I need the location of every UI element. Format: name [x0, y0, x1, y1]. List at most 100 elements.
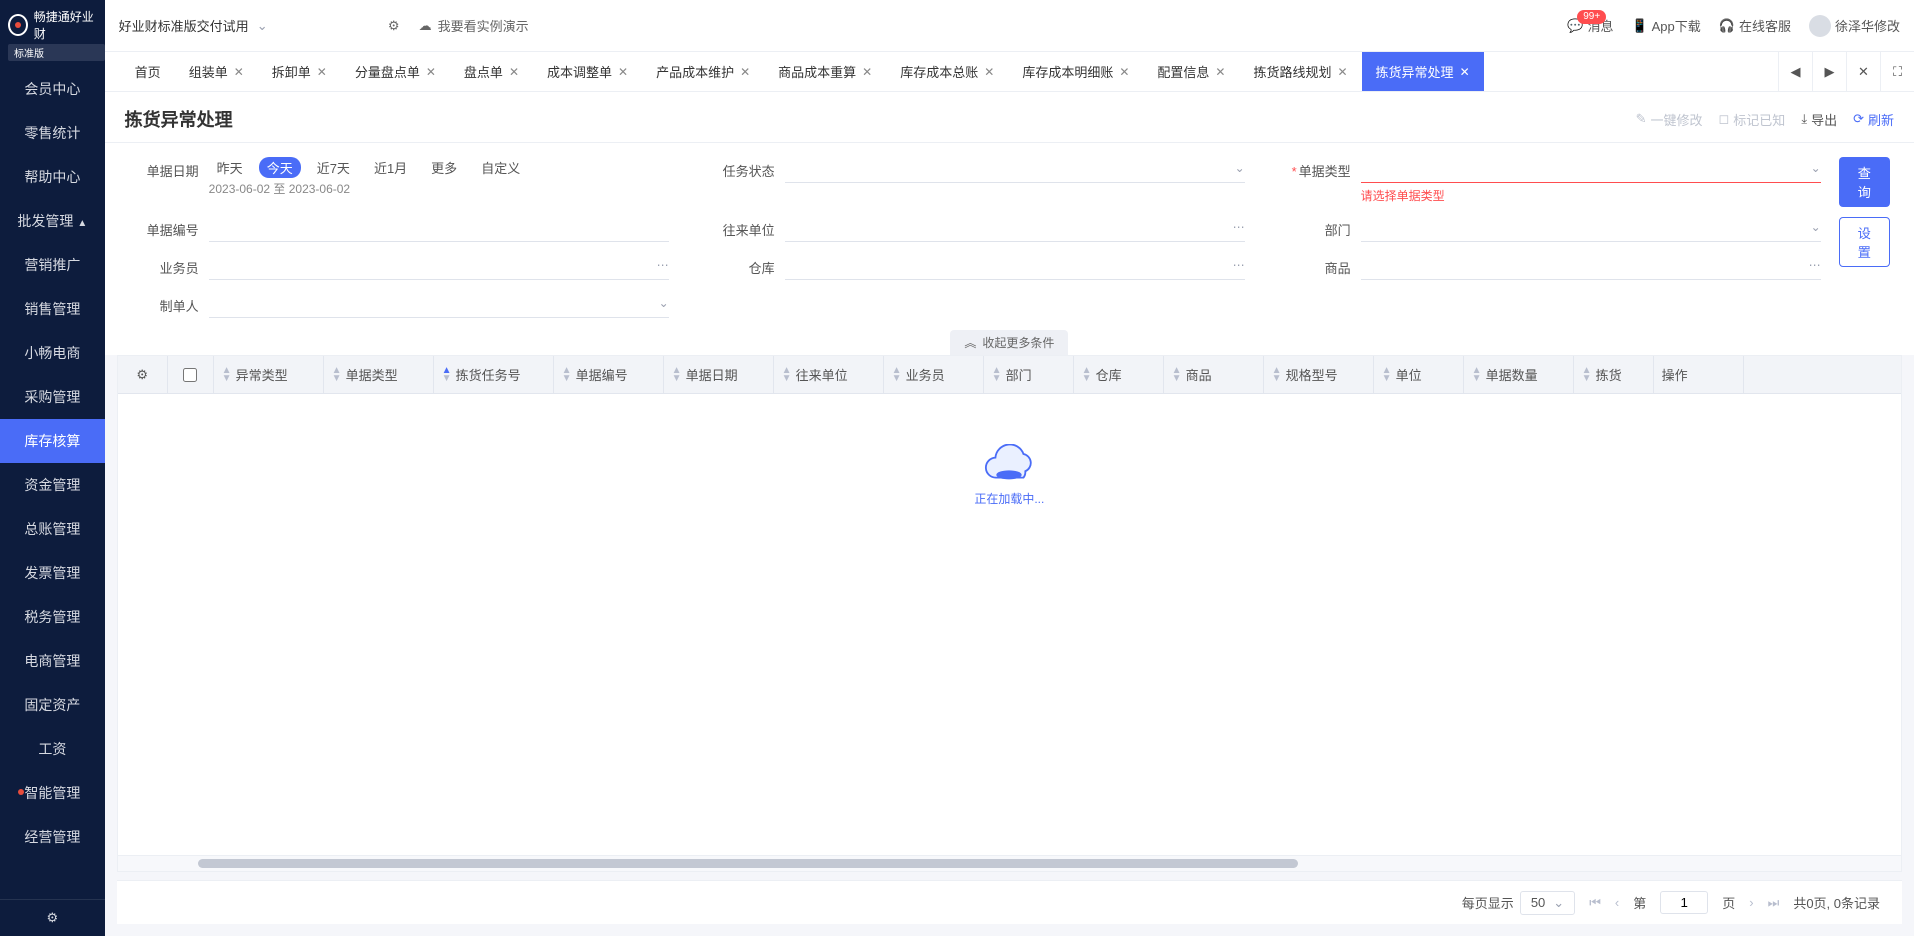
chip-last7[interactable]: 近7天 [309, 157, 358, 178]
column-settings-button[interactable]: ⚙ [118, 356, 168, 393]
scrollbar-thumb[interactable] [198, 859, 1298, 868]
sidebar-item[interactable]: 会员中心 [0, 67, 105, 111]
tab[interactable]: 拣货路线规划✕ [1239, 52, 1361, 91]
close-icon[interactable]: ✕ [1460, 65, 1470, 79]
tab[interactable]: 首页 [121, 52, 175, 91]
table-header-cell[interactable]: ▲▼部门 [984, 356, 1074, 393]
close-icon[interactable]: ✕ [1119, 65, 1129, 79]
sidebar-item[interactable]: 批发管理▲ [0, 199, 105, 243]
close-icon[interactable]: ✕ [984, 65, 994, 79]
doc-type-select[interactable] [1361, 157, 1821, 183]
horizontal-scrollbar[interactable] [118, 855, 1901, 871]
sidebar-item[interactable]: 总账管理 [0, 507, 105, 551]
chevron-down-icon[interactable]: ⌄ [1811, 220, 1821, 234]
tab[interactable]: 商品成本重算✕ [764, 52, 886, 91]
sidebar-item[interactable]: 工资 [0, 727, 105, 771]
table-header-cell[interactable]: ▲▼单位 [1374, 356, 1464, 393]
user-menu[interactable]: 徐泽华修改 [1809, 15, 1900, 37]
settings-button[interactable]: 设置 [1839, 217, 1890, 267]
tab[interactable]: 组装单✕ [175, 52, 258, 91]
fullscreen-button[interactable]: ⛶ [1880, 52, 1914, 91]
page-input[interactable] [1660, 891, 1708, 914]
table-header-cell[interactable]: ▲▼往来单位 [774, 356, 884, 393]
close-icon[interactable]: ✕ [234, 65, 244, 79]
sidebar-item[interactable]: 电商管理 [0, 639, 105, 683]
header-settings-button[interactable]: ⚙ [379, 11, 409, 41]
table-header-cell[interactable]: ▲▼业务员 [884, 356, 984, 393]
tab[interactable]: 拣货异常处理✕ [1362, 52, 1484, 91]
export-button[interactable]: ⤓ 导出 [1801, 110, 1837, 129]
close-icon[interactable]: ✕ [740, 65, 750, 79]
close-icon[interactable]: ✕ [862, 65, 872, 79]
product-selector[interactable]: 好业财标准版交付试用 ⌄ [119, 16, 379, 35]
sidebar-item[interactable]: 帮助中心 [0, 155, 105, 199]
query-button[interactable]: 查询 [1839, 157, 1890, 207]
close-icon[interactable]: ✕ [317, 65, 327, 79]
tab[interactable]: 库存成本明细账✕ [1008, 52, 1143, 91]
table-header-cell[interactable]: ▲▼拣货 [1574, 356, 1654, 393]
tabs-scroll-left[interactable]: ◀ [1778, 52, 1812, 91]
maker-select[interactable] [209, 292, 669, 318]
tab[interactable]: 库存成本总账✕ [886, 52, 1008, 91]
page-prev[interactable]: ‹ [1615, 895, 1619, 910]
tab[interactable]: 分量盘点单✕ [341, 52, 450, 91]
tab[interactable]: 配置信息✕ [1143, 52, 1239, 91]
close-icon[interactable]: ✕ [426, 65, 436, 79]
partner-input[interactable] [785, 216, 1245, 242]
table-header-cell[interactable]: ▲▼单据日期 [664, 356, 774, 393]
ellipsis-icon[interactable]: ⋯ [1233, 220, 1245, 234]
sidebar-item[interactable]: 零售统计 [0, 111, 105, 155]
chevron-down-icon[interactable]: ⌄ [659, 296, 669, 310]
chip-yesterday[interactable]: 昨天 [209, 157, 251, 178]
chip-last1m[interactable]: 近1月 [366, 157, 415, 178]
table-header-cell[interactable]: ▲▼规格型号 [1264, 356, 1374, 393]
sidebar-item[interactable]: 销售管理 [0, 287, 105, 331]
sidebar-settings[interactable]: ⚙ [0, 899, 105, 936]
sidebar-item[interactable]: 税务管理 [0, 595, 105, 639]
page-first[interactable]: ⏮ [1589, 895, 1601, 911]
sidebar-item[interactable]: 资金管理 [0, 463, 105, 507]
table-header-cell[interactable]: 操作 [1654, 356, 1744, 393]
page-next[interactable]: › [1749, 895, 1753, 910]
chevron-down-icon[interactable]: ⌄ [1235, 161, 1245, 175]
ellipsis-icon[interactable]: ⋯ [657, 258, 669, 272]
ellipsis-icon[interactable]: ⋯ [1809, 258, 1821, 272]
page-size-select[interactable]: 50 ⌄ [1520, 891, 1575, 915]
tabs-close-all[interactable]: ✕ [1846, 52, 1880, 91]
chevron-down-icon[interactable]: ⌄ [1811, 161, 1821, 175]
doc-no-input[interactable] [209, 216, 669, 242]
table-header-cell[interactable]: ▲▼单据类型 [324, 356, 434, 393]
dept-select[interactable] [1361, 216, 1821, 242]
page-last[interactable]: ⏭ [1768, 895, 1780, 911]
salesman-input[interactable] [209, 254, 669, 280]
sidebar-item[interactable]: 智能管理 [0, 771, 105, 815]
messages-button[interactable]: 99+ 💬 消息 [1567, 16, 1613, 35]
close-icon[interactable]: ✕ [1215, 65, 1225, 79]
ellipsis-icon[interactable]: ⋯ [1233, 258, 1245, 272]
support-button[interactable]: 🎧 在线客服 [1719, 16, 1791, 35]
tab[interactable]: 成本调整单✕ [533, 52, 642, 91]
sidebar-item[interactable]: 小畅电商 [0, 331, 105, 375]
sidebar-item[interactable]: 采购管理 [0, 375, 105, 419]
table-header-cell[interactable]: ▲▼商品 [1164, 356, 1264, 393]
collapse-filters-button[interactable]: ︽ 收起更多条件 [950, 330, 1068, 355]
table-header-cell[interactable]: ▲▼异常类型 [214, 356, 324, 393]
sidebar-item[interactable]: 库存核算 [0, 419, 105, 463]
sidebar-item[interactable]: 发票管理 [0, 551, 105, 595]
select-all-checkbox[interactable] [168, 356, 214, 393]
product-input[interactable] [1361, 254, 1821, 280]
close-icon[interactable]: ✕ [1337, 65, 1347, 79]
tab[interactable]: 拆卸单✕ [258, 52, 341, 91]
warehouse-input[interactable] [785, 254, 1245, 280]
table-header-cell[interactable]: ▲▼单据编号 [554, 356, 664, 393]
chip-today[interactable]: 今天 [259, 157, 301, 178]
chip-more[interactable]: 更多 [423, 157, 465, 178]
sidebar-item[interactable]: 营销推广 [0, 243, 105, 287]
table-header-cell[interactable]: ▲▼拣货任务号 [434, 356, 554, 393]
download-app-button[interactable]: 📱 App下载 [1631, 16, 1700, 35]
tabs-scroll-right[interactable]: ▶ [1812, 52, 1846, 91]
tab[interactable]: 产品成本维护✕ [642, 52, 764, 91]
task-status-select[interactable] [785, 157, 1245, 183]
tab[interactable]: 盘点单✕ [450, 52, 533, 91]
sidebar-item[interactable]: 固定资产 [0, 683, 105, 727]
